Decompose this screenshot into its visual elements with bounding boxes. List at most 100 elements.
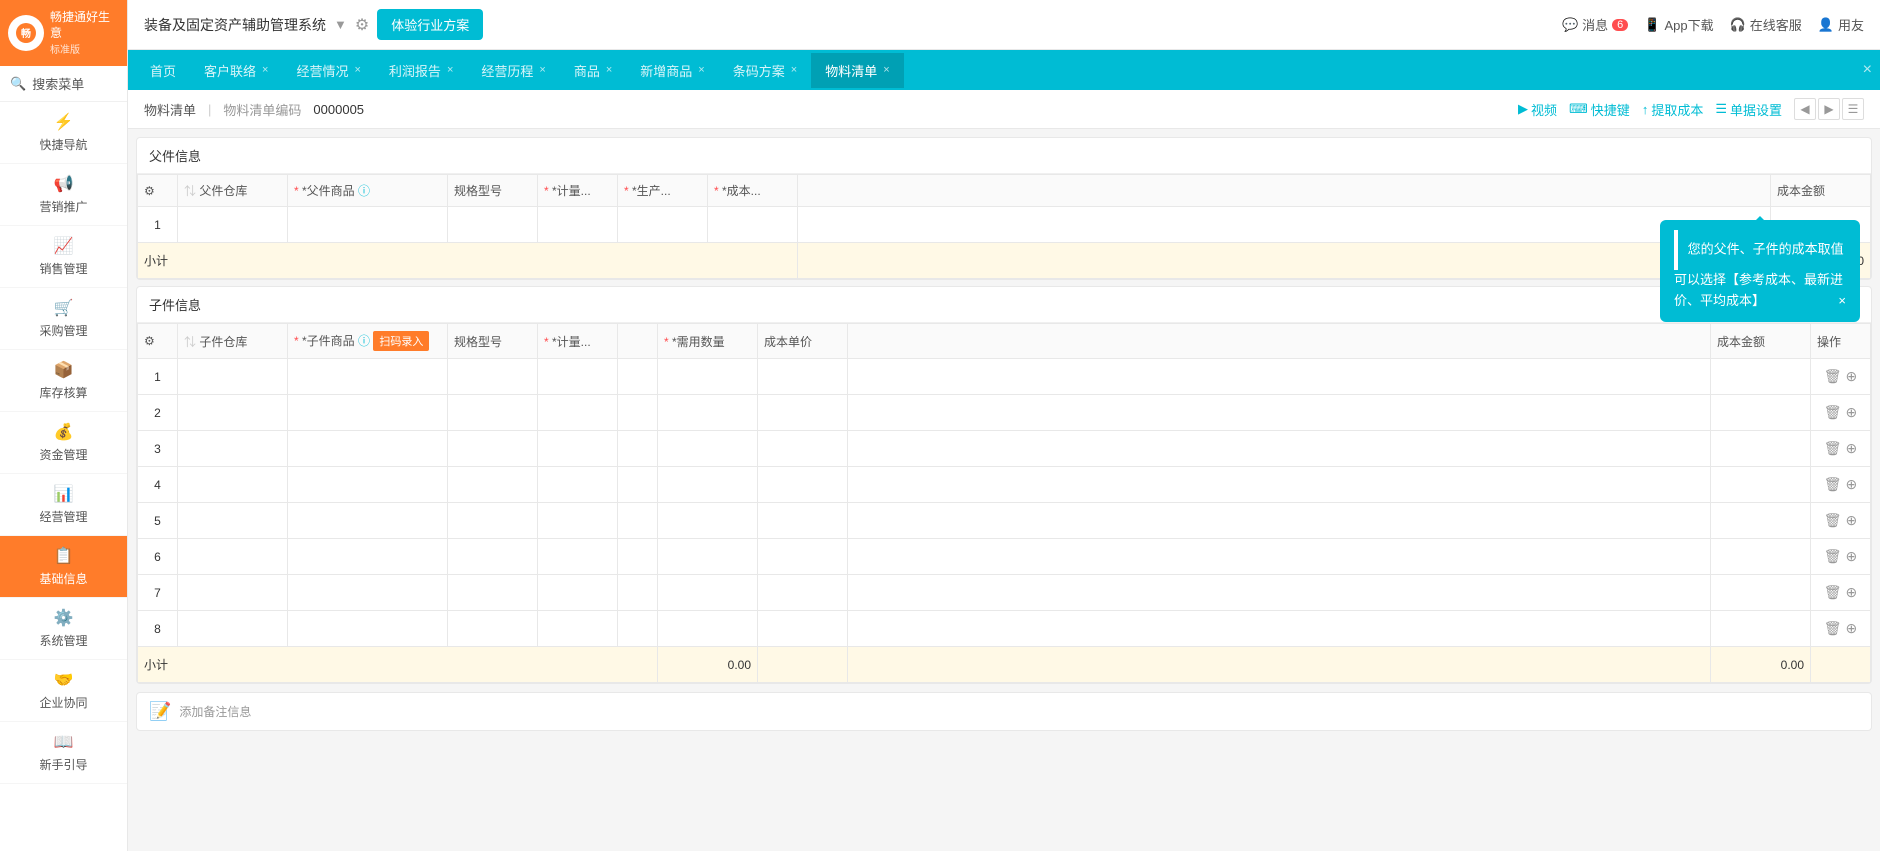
sidebar-item-finance[interactable]: 💰 资金管理 xyxy=(0,412,127,474)
sidebar-item-sales[interactable]: 📈 销售管理 xyxy=(0,226,127,288)
tab-new-goods[interactable]: 新增商品 × xyxy=(626,53,718,88)
parent-row1-product[interactable] xyxy=(288,207,448,243)
parent-col-settings[interactable]: ⚙ xyxy=(138,175,178,207)
copy-icon[interactable]: ⊕ xyxy=(1846,548,1858,565)
sidebar-item-system[interactable]: ⚙️ 系统管理 xyxy=(0,598,127,660)
parent-row1-spec[interactable] xyxy=(448,207,538,243)
child-row1-product[interactable] xyxy=(288,359,448,395)
sidebar-item-operations[interactable]: 📊 经营管理 xyxy=(0,474,127,536)
basic-info-icon: 📋 xyxy=(54,546,74,566)
tab-history-close[interactable]: × xyxy=(539,64,545,76)
next-arrow[interactable]: ▶ xyxy=(1818,98,1840,120)
child-row1-qty[interactable] xyxy=(658,359,758,395)
tab-profit-close[interactable]: × xyxy=(447,64,453,76)
view-btn[interactable]: ▶ 视频 xyxy=(1518,100,1557,119)
sidebar-item-guide[interactable]: 📖 新手引导 xyxy=(0,722,127,784)
delete-icon[interactable]: 🗑 xyxy=(1824,548,1842,565)
sidebar-item-inventory[interactable]: 📦 库存核算 xyxy=(0,350,127,412)
child-col-settings[interactable]: ⚙ xyxy=(138,324,178,359)
experience-button[interactable]: 体验行业方案 xyxy=(377,9,483,40)
menu-arrow[interactable]: ☰ xyxy=(1842,98,1864,120)
dropdown-arrow-icon[interactable]: ▼ xyxy=(334,17,347,32)
tab-bom-close[interactable]: × xyxy=(883,64,889,76)
tab-goods[interactable]: 商品 × xyxy=(560,53,626,88)
tab-history[interactable]: 经营历程 × xyxy=(467,53,559,88)
single-settings-btn[interactable]: ☰ 单据设置 xyxy=(1715,100,1782,119)
child-col-warehouse: ⇅ 子件仓库 xyxy=(178,324,288,359)
tab-close-all[interactable]: × xyxy=(1863,61,1872,79)
delete-icon[interactable]: 🗑 xyxy=(1824,476,1842,493)
sidebar-item-cooperation[interactable]: 🤝 企业协同 xyxy=(0,660,127,722)
scan-button[interactable]: 扫码录入 xyxy=(373,331,429,351)
child-row2-cost-amount[interactable] xyxy=(1711,395,1811,431)
tab-bom[interactable]: 物料清单 × xyxy=(811,53,903,88)
child-row2-unit-cost[interactable] xyxy=(758,395,848,431)
delete-icon[interactable]: 🗑 xyxy=(1824,440,1842,457)
child-row1-warehouse[interactable] xyxy=(178,359,288,395)
guide-label: 新手引导 xyxy=(39,756,87,773)
tab-operations[interactable]: 经营情况 × xyxy=(282,53,374,88)
headset-icon: 🎧 xyxy=(1730,17,1746,33)
copy-icon[interactable]: ⊕ xyxy=(1846,476,1858,493)
child-row1-unit[interactable] xyxy=(538,359,618,395)
parent-col-warehouse: ⇅ 父件仓库 xyxy=(178,175,288,207)
child-col-ops: 操作 xyxy=(1811,324,1871,359)
tab-barcode[interactable]: 条码方案 × xyxy=(719,53,811,88)
child-row1-spec[interactable] xyxy=(448,359,538,395)
extract-cost-btn[interactable]: ↑ 提取成本 xyxy=(1642,100,1704,119)
table-row: 3 🗑⊕ xyxy=(138,431,1871,467)
tooltip-close-button[interactable]: × xyxy=(1838,291,1846,312)
sidebar-item-purchase[interactable]: 🛒 采购管理 xyxy=(0,288,127,350)
tab-customer[interactable]: 客户联络 × xyxy=(190,53,282,88)
delete-icon[interactable]: 🗑 xyxy=(1824,368,1842,385)
child-row2-unit[interactable] xyxy=(538,395,618,431)
child-row1-unit-cost[interactable] xyxy=(758,359,848,395)
child-row2-spec[interactable] xyxy=(448,395,538,431)
parent-row1-warehouse[interactable] xyxy=(178,207,288,243)
parent-row1-cost[interactable] xyxy=(708,207,798,243)
tab-new-goods-close[interactable]: × xyxy=(698,64,704,76)
user-item[interactable]: 👤 用友 xyxy=(1818,15,1864,34)
copy-icon[interactable]: ⊕ xyxy=(1846,512,1858,529)
copy-icon[interactable]: ⊕ xyxy=(1846,440,1858,457)
single-settings-label: 单据设置 xyxy=(1730,100,1782,119)
main-area: 装备及固定资产辅助管理系统 ▼ ⚙ 体验行业方案 💬 消息 6 📱 App下载 … xyxy=(128,0,1880,851)
app-download-item[interactable]: 📱 App下载 xyxy=(1644,15,1713,34)
copy-icon[interactable]: ⊕ xyxy=(1846,404,1858,421)
delete-icon[interactable]: 🗑 xyxy=(1824,404,1842,421)
message-item[interactable]: 💬 消息 6 xyxy=(1562,15,1628,34)
parent-row1-unit[interactable] xyxy=(538,207,618,243)
message-badge: 6 xyxy=(1612,19,1628,31)
sales-icon: 📈 xyxy=(54,236,74,256)
child-row1-cost-amount[interactable] xyxy=(1711,359,1811,395)
breadcrumb-bom[interactable]: 物料清单 xyxy=(144,100,196,119)
sidebar-item-basic-info[interactable]: 📋 基础信息 xyxy=(0,536,127,598)
tab-home[interactable]: 首页 xyxy=(136,53,190,88)
tab-operations-close[interactable]: × xyxy=(354,64,360,76)
sub-header: 物料清单 | 物料清单编码 0000005 ▶ 视频 ⌨ 快捷键 ↑ 提取成本 xyxy=(128,90,1880,129)
search-menu-item[interactable]: 🔍 搜索菜单 xyxy=(0,66,127,102)
child-row2-product[interactable] xyxy=(288,395,448,431)
child-row2-qty[interactable] xyxy=(658,395,758,431)
copy-icon[interactable]: ⊕ xyxy=(1846,620,1858,637)
tab-goods-close[interactable]: × xyxy=(606,64,612,76)
delete-icon[interactable]: 🗑 xyxy=(1824,620,1842,637)
inventory-label: 库存核算 xyxy=(39,384,87,401)
online-service-item[interactable]: 🎧 在线客服 xyxy=(1730,15,1802,34)
sidebar-item-marketing[interactable]: 📢 营销推广 xyxy=(0,164,127,226)
tab-barcode-close[interactable]: × xyxy=(791,64,797,76)
hotkey-btn[interactable]: ⌨ 快捷键 xyxy=(1569,100,1630,119)
settings-icon[interactable]: ⚙ xyxy=(355,15,369,35)
parent-col-empty xyxy=(798,175,1771,207)
parent-row1-produce[interactable] xyxy=(618,207,708,243)
delete-icon[interactable]: 🗑 xyxy=(1824,512,1842,529)
tab-profit[interactable]: 利润报告 × xyxy=(375,53,467,88)
sidebar-item-quick-nav[interactable]: ⚡ 快捷导航 xyxy=(0,102,127,164)
tab-customer-close[interactable]: × xyxy=(262,64,268,76)
prev-arrow[interactable]: ◀ xyxy=(1794,98,1816,120)
sales-label: 销售管理 xyxy=(39,260,87,277)
child-row2-warehouse[interactable] xyxy=(178,395,288,431)
delete-icon[interactable]: 🗑 xyxy=(1824,584,1842,601)
copy-icon[interactable]: ⊕ xyxy=(1846,584,1858,601)
copy-icon[interactable]: ⊕ xyxy=(1846,368,1858,385)
